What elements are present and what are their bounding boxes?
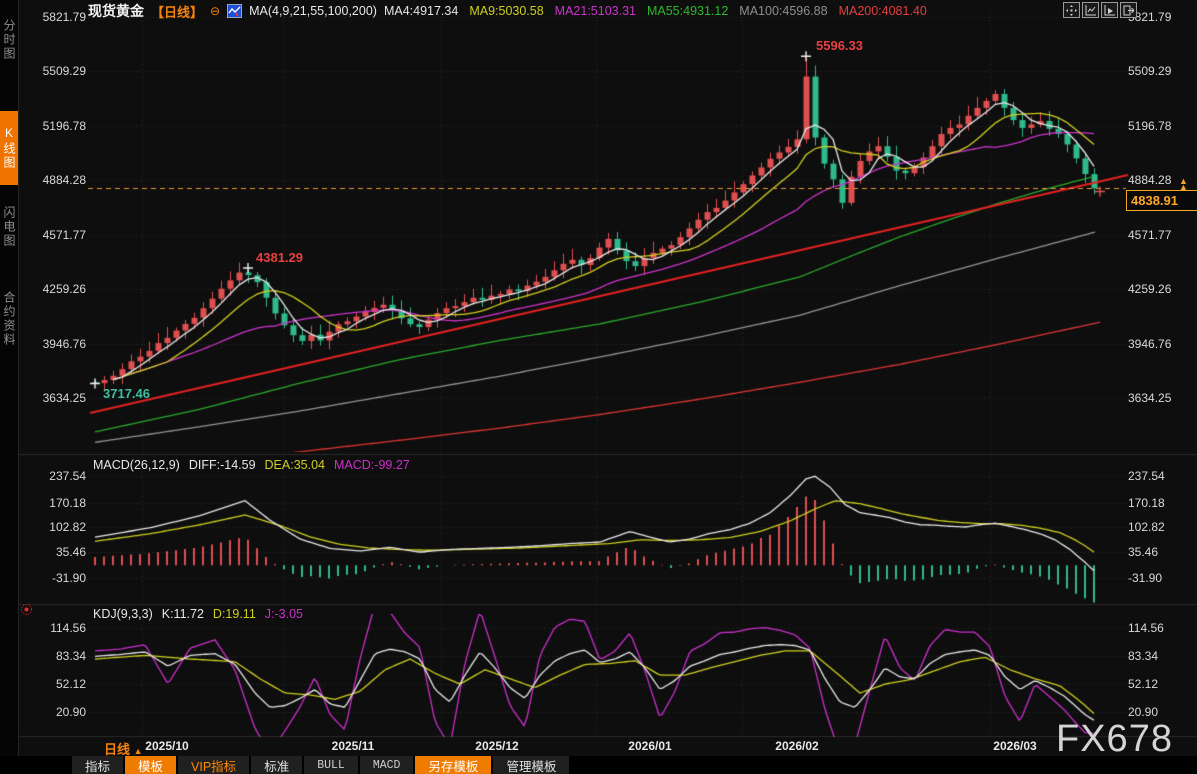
move-icon[interactable] bbox=[1063, 2, 1080, 18]
axis-label: 4259.26 bbox=[20, 282, 86, 296]
macd-header-item: DIFF:-14.59 bbox=[189, 458, 256, 472]
macd-header: MACD(26,12,9) DIFF:-14.59 DEA:35.04 MACD:-9… bbox=[93, 458, 410, 472]
current-price-tag: 4838.91 bbox=[1126, 190, 1197, 211]
sidebar-tab-闪电图[interactable]: 闪电图 bbox=[0, 191, 18, 263]
price-annotation: 3717.46 bbox=[103, 386, 150, 401]
chart-header: 现货黄金 【日线】 ⊖ MA(4,9,21,55,100,200) MA4:49… bbox=[88, 2, 927, 20]
axis-label: 35.46 bbox=[20, 545, 86, 559]
sidebar-tab-K线图[interactable]: K线图 bbox=[0, 111, 18, 185]
axis-label: 83.34 bbox=[1128, 649, 1158, 663]
ma-legend-item: MA9:5030.58 bbox=[469, 4, 543, 18]
xaxis-label: 2026/02 bbox=[775, 739, 818, 753]
axis-label: 170.18 bbox=[20, 496, 86, 510]
toolbar-tab-BULL[interactable]: BULL bbox=[304, 756, 358, 774]
ma-legend-item: MA55:4931.12 bbox=[647, 4, 728, 18]
ma-legend-item: MA200:4081.40 bbox=[839, 4, 927, 18]
compare-icon[interactable]: ⊖ bbox=[210, 5, 220, 17]
axis-label: 170.18 bbox=[1128, 496, 1165, 510]
axis-label: 102.82 bbox=[20, 520, 86, 534]
axis-label: 52.12 bbox=[1128, 677, 1158, 691]
axis-label: 237.54 bbox=[20, 469, 86, 483]
axis-label: 3946.76 bbox=[1128, 337, 1171, 351]
sidebar-tab-分时图[interactable]: 分时图 bbox=[0, 4, 18, 76]
axis-label: -31.90 bbox=[20, 571, 86, 585]
toolbar-tab-另存模板[interactable]: 另存模板 bbox=[415, 756, 491, 774]
axis-label: 114.56 bbox=[1128, 621, 1164, 635]
axis-label: 35.46 bbox=[1128, 545, 1158, 559]
axis-label: 4571.77 bbox=[20, 228, 86, 242]
toolbar-tab-指标[interactable]: 指标 bbox=[72, 756, 123, 774]
chart-toolbar bbox=[1063, 2, 1137, 18]
xaxis-row: 日线 ▲ 2025/102025/112025/122026/012026/02… bbox=[0, 737, 1197, 756]
xaxis-label: 2025/10 bbox=[145, 739, 188, 753]
exit-icon[interactable] bbox=[1120, 2, 1137, 18]
axis-label: 52.12 bbox=[20, 677, 86, 691]
xaxis-label: 2025/12 bbox=[475, 739, 518, 753]
sidebar: 分时图 K线图闪电图合约资料 bbox=[0, 0, 19, 774]
macd-header-item: MACD:-99.27 bbox=[334, 458, 410, 472]
period-tag[interactable]: 【日线】 bbox=[151, 2, 203, 21]
ma-legend-item: MA21:5103.31 bbox=[555, 4, 636, 18]
axis-label: 4884.28 bbox=[20, 173, 86, 187]
kdj-header-item: J:-3.05 bbox=[265, 607, 303, 621]
price-annotation: 5596.33 bbox=[816, 38, 863, 53]
toolbar-tab-标准[interactable]: 标准 bbox=[251, 756, 302, 774]
axis-label: 3634.25 bbox=[1128, 391, 1171, 405]
ma-legend-item: MA4:4917.34 bbox=[384, 4, 458, 18]
xaxis-label: 2026/01 bbox=[628, 739, 671, 753]
toolbar-tab-管理模板[interactable]: 管理模板 bbox=[493, 756, 569, 774]
axis-label: -31.90 bbox=[1128, 571, 1162, 585]
chart-canvas[interactable] bbox=[0, 0, 1197, 774]
ma-group-label: MA(4,9,21,55,100,200) bbox=[249, 4, 377, 18]
macd-header-item: DEA:35.04 bbox=[265, 458, 325, 472]
axis-label: 3946.76 bbox=[20, 337, 86, 351]
axis-label: 4571.77 bbox=[1128, 228, 1171, 242]
macd-header-item: MACD(26,12,9) bbox=[93, 458, 180, 472]
period-arrow-icon: ▲ bbox=[134, 746, 143, 756]
toolbar-tab-模板[interactable]: 模板 bbox=[125, 756, 176, 774]
double-up-arrow-icon: ▲▲ bbox=[1179, 178, 1188, 190]
axis-label: 5196.78 bbox=[1128, 119, 1171, 133]
axis-label: 5821.79 bbox=[20, 10, 86, 24]
axis-label: 20.90 bbox=[20, 705, 86, 719]
axis-label: 5509.29 bbox=[1128, 64, 1171, 78]
trading-terminal: FX678 分时图K线图闪电图合约资料 现货黄金 【日线】 ⊖ MA(4,9,2… bbox=[0, 0, 1197, 774]
axis-label: 4259.26 bbox=[1128, 282, 1171, 296]
axis-label: 4884.28 bbox=[1128, 173, 1171, 187]
axis-play-icon[interactable] bbox=[1101, 2, 1118, 18]
axis-label: 83.34 bbox=[20, 649, 86, 663]
ma-legend: MA4:4917.34 MA9:5030.58 MA21:5103.31 MA55:4… bbox=[384, 4, 927, 18]
chart-thumbnail-icon[interactable] bbox=[227, 4, 242, 18]
sidebar-tab-合约资料[interactable]: 合约资料 bbox=[0, 271, 18, 367]
kdj-header-item: K:11.72 bbox=[162, 607, 204, 621]
axis-label: 102.82 bbox=[1128, 520, 1165, 534]
instrument-title: 现货黄金 bbox=[88, 1, 144, 21]
axis-label: 237.54 bbox=[1128, 469, 1165, 483]
bottom-toolbar: 指标模板VIP指标标准BULLMACD另存模板管理模板 bbox=[0, 756, 1197, 774]
axis-label: 20.90 bbox=[1128, 705, 1158, 719]
kdj-header: KDJ(9,3,3) K:11.72 D:19.11 J:-3.05 bbox=[93, 607, 303, 621]
indicator-settings-icon[interactable] bbox=[20, 603, 33, 616]
axis-label: 3634.25 bbox=[20, 391, 86, 405]
axis-label: 5196.78 bbox=[20, 119, 86, 133]
xaxis-label: 2026/03 bbox=[993, 739, 1036, 753]
kdj-header-item: KDJ(9,3,3) bbox=[93, 607, 153, 621]
axis-label: 5509.29 bbox=[20, 64, 86, 78]
xaxis-label: 2025/11 bbox=[332, 739, 375, 753]
ma-legend-item: MA100:4596.88 bbox=[739, 4, 827, 18]
kdj-header-item: D:19.11 bbox=[213, 607, 256, 621]
price-annotation: 4381.29 bbox=[256, 250, 303, 265]
toolbar-tab-MACD[interactable]: MACD bbox=[360, 756, 414, 774]
toolbar-tab-VIP指标[interactable]: VIP指标 bbox=[178, 756, 249, 774]
axis-zoom-icon[interactable] bbox=[1082, 2, 1099, 18]
axis-label: 114.56 bbox=[20, 621, 86, 635]
